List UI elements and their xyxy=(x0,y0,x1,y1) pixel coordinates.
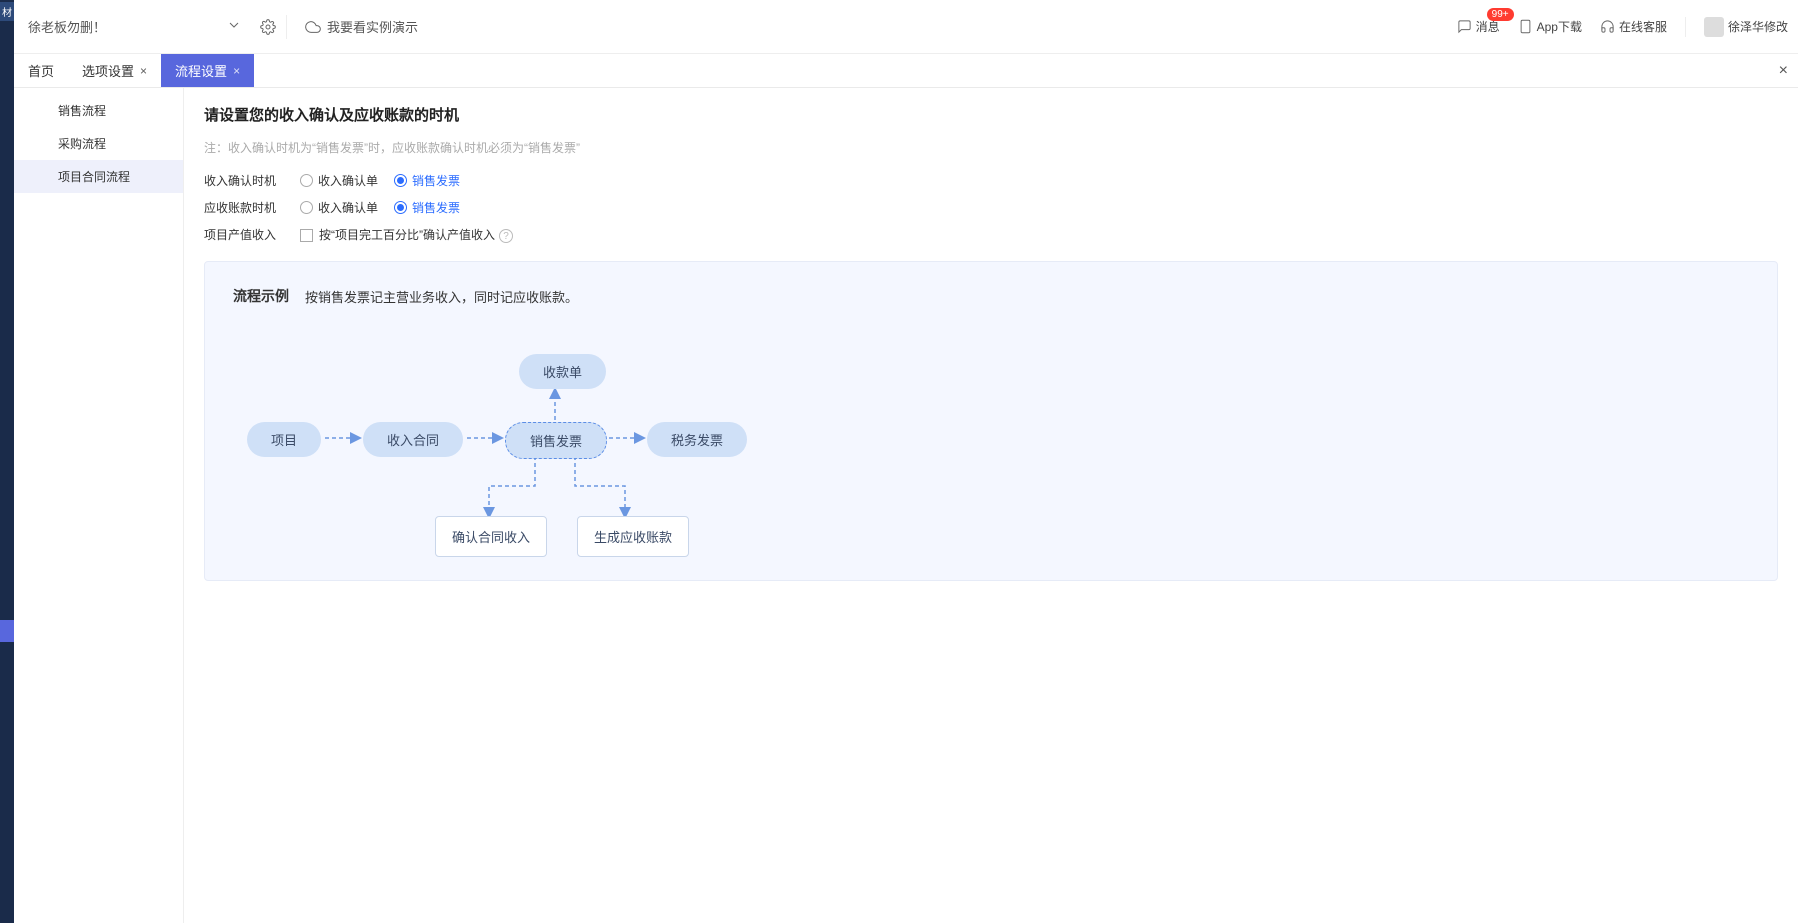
sidebar-item-label: 销售流程 xyxy=(58,104,106,118)
row-label: 应收账款时机 xyxy=(204,199,284,216)
node-tax-invoice: 税务发票 xyxy=(647,422,747,457)
row-label: 项目产值收入 xyxy=(204,226,284,243)
close-all-icon[interactable]: × xyxy=(1779,62,1788,80)
app-download-label: App下载 xyxy=(1537,18,1582,35)
node-label: 项目 xyxy=(271,433,297,448)
tab-flow-label: 流程设置 xyxy=(175,61,227,80)
node-gen-receivable: 生成应收账款 xyxy=(577,516,689,557)
sidebar-item-purchase[interactable]: 采购流程 xyxy=(14,127,183,160)
node-label: 确认合同收入 xyxy=(452,530,530,545)
tab-options[interactable]: 选项设置 × xyxy=(68,54,161,87)
left-rail: 材 xyxy=(0,0,14,923)
node-label: 收款单 xyxy=(543,365,582,380)
flow-diagram: 项目 收入合同 销售发票 税务发票 收款单 确认合同收入 生成应收账款 xyxy=(233,330,1749,540)
org-name: 徐老板勿删！ xyxy=(28,17,106,36)
support-label: 在线客服 xyxy=(1619,18,1667,35)
user-menu[interactable]: 徐泽华修改 xyxy=(1704,17,1788,37)
sidebar-item-label: 采购流程 xyxy=(58,137,106,151)
divider xyxy=(1685,17,1686,37)
node-label: 生成应收账款 xyxy=(594,530,672,545)
row-income-timing: 收入确认时机 收入确认单 销售发票 xyxy=(204,172,1778,189)
support-button[interactable]: 在线客服 xyxy=(1600,18,1667,35)
radio-label: 收入确认单 xyxy=(318,199,378,216)
node-project: 项目 xyxy=(247,422,321,457)
node-label: 收入合同 xyxy=(387,433,439,448)
message-icon xyxy=(1457,19,1472,34)
radio-income-invoice[interactable]: 销售发票 xyxy=(394,172,460,189)
radio-label: 收入确认单 xyxy=(318,172,378,189)
sidebar-item-project-contract[interactable]: 项目合同流程 xyxy=(14,160,183,193)
node-income-contract: 收入合同 xyxy=(363,422,463,457)
org-selector[interactable]: 徐老板勿删！ xyxy=(20,17,250,36)
radio-icon xyxy=(394,174,407,187)
gear-icon[interactable] xyxy=(250,15,287,39)
rail-accent xyxy=(0,620,14,642)
help-icon[interactable]: ? xyxy=(499,229,513,243)
page-note: 注：收入确认时机为“销售发票”时，应收账款确认时机必须为“销售发票” xyxy=(204,139,1778,156)
node-receipt: 收款单 xyxy=(519,354,606,389)
radio-label: 销售发票 xyxy=(412,172,460,189)
row-output-value: 项目产值收入 按“项目完工百分比”确认产值收入? xyxy=(204,226,1778,243)
user-name: 徐泽华修改 xyxy=(1728,18,1788,35)
cloud-icon xyxy=(305,19,321,35)
example-panel: 流程示例 按销售发票记主营业务收入，同时记应收账款。 xyxy=(204,261,1778,581)
row-receivable-timing: 应收账款时机 收入确认单 销售发票 xyxy=(204,199,1778,216)
demo-link-label: 我要看实例演示 xyxy=(327,17,418,36)
node-label: 销售发票 xyxy=(530,434,582,449)
panel-header: 流程示例 按销售发票记主营业务收入，同时记应收账款。 xyxy=(233,286,1749,306)
tab-options-label: 选项设置 xyxy=(82,61,134,80)
checkbox-icon xyxy=(300,229,313,242)
phone-icon xyxy=(1518,19,1533,34)
tab-flow[interactable]: 流程设置 × xyxy=(161,54,254,87)
headset-icon xyxy=(1600,19,1615,34)
rail-badge: 材 xyxy=(0,2,14,21)
radio-income-confirm[interactable]: 收入确认单 xyxy=(300,172,378,189)
node-sales-invoice: 销售发票 xyxy=(505,422,607,459)
radio-icon xyxy=(394,201,407,214)
avatar-icon xyxy=(1704,17,1724,37)
checkbox-label: 按“项目完工百分比”确认产值收入 xyxy=(319,228,495,242)
checkbox-completion-pct[interactable]: 按“项目完工百分比”确认产值收入? xyxy=(300,226,513,243)
radio-icon xyxy=(300,201,313,214)
tab-home[interactable]: 首页 xyxy=(14,54,68,87)
panel-desc: 按销售发票记主营业务收入，同时记应收账款。 xyxy=(305,287,578,306)
panel-title: 流程示例 xyxy=(233,286,289,306)
radio-recv-invoice[interactable]: 销售发票 xyxy=(394,199,460,216)
body: 销售流程 采购流程 项目合同流程 请设置您的收入确认及应收账款的时机 注：收入确… xyxy=(14,88,1798,923)
close-icon[interactable]: × xyxy=(233,64,240,78)
topbar-right: 消息 99+ App下载 在线客服 徐泽华修改 xyxy=(1457,17,1788,37)
radio-icon xyxy=(300,174,313,187)
chevron-down-icon xyxy=(226,17,242,36)
node-confirm-income: 确认合同收入 xyxy=(435,516,547,557)
top-bar: 徐老板勿删！ 我要看实例演示 消息 99+ App下载 在线客服 徐泽华修改 xyxy=(14,0,1798,54)
row-label: 收入确认时机 xyxy=(204,172,284,189)
tabs-bar: 首页 选项设置 × 流程设置 × × xyxy=(14,54,1798,88)
app-download-button[interactable]: App下载 xyxy=(1518,18,1582,35)
sidebar-item-label: 项目合同流程 xyxy=(58,170,130,184)
radio-label: 销售发票 xyxy=(412,199,460,216)
sidebar-item-sales[interactable]: 销售流程 xyxy=(14,94,183,127)
tab-home-label: 首页 xyxy=(28,61,54,80)
demo-link[interactable]: 我要看实例演示 xyxy=(305,17,418,36)
main-content: 请设置您的收入确认及应收账款的时机 注：收入确认时机为“销售发票”时，应收账款确… xyxy=(184,88,1798,923)
messages-badge: 99+ xyxy=(1487,8,1514,21)
radio-recv-confirm[interactable]: 收入确认单 xyxy=(300,199,378,216)
node-label: 税务发票 xyxy=(671,433,723,448)
sidebar: 销售流程 采购流程 项目合同流程 xyxy=(14,88,184,923)
close-icon[interactable]: × xyxy=(140,64,147,78)
messages-button[interactable]: 消息 99+ xyxy=(1457,18,1500,35)
page-title: 请设置您的收入确认及应收账款的时机 xyxy=(204,104,1778,125)
